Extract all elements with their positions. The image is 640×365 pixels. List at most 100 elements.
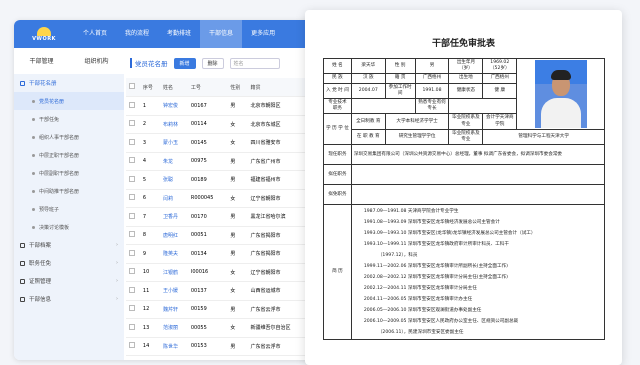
table-row[interactable]: 2 布莉林 00114 女北京市东城区 <box>126 115 314 134</box>
member-name-link[interactable]: 布莉林 <box>160 115 188 134</box>
table-row[interactable]: 5 张聪 00189 男福建省福州市 <box>126 170 314 190</box>
member-name-link[interactable]: 魏芹轩 <box>160 300 188 319</box>
sidebar-item-label: 组织人事干部名册 <box>39 134 80 141</box>
row-checkbox[interactable] <box>126 337 140 356</box>
row-checkbox[interactable] <box>126 189 140 208</box>
table-row[interactable]: 9 隆英夫 00134 男广东省揭阳市 <box>126 244 314 264</box>
row-checkbox[interactable] <box>126 244 140 264</box>
member-name-link[interactable]: 范淑丽 <box>160 318 188 338</box>
sidebar-item-label: 干部任免 <box>39 116 60 123</box>
bullet-icon <box>32 207 35 211</box>
sidebar-item[interactable]: 干部任免 <box>14 110 124 128</box>
row-checkbox[interactable] <box>126 318 140 338</box>
table-row[interactable]: 11 王小媛 00137 女山西省运城市 <box>126 281 314 301</box>
row-checkbox[interactable] <box>126 300 140 319</box>
table-row[interactable]: 13 范淑丽 00055 女新疆维吾尔自治区 <box>126 318 314 338</box>
nav-item[interactable]: 更多应用 <box>242 20 284 48</box>
birth-value: 1969.02（52岁） <box>482 57 518 75</box>
fulltime-school-label: 毕业院校系及专业 <box>448 113 484 130</box>
row-checkbox[interactable] <box>126 207 140 227</box>
search-input[interactable]: 姓名 <box>229 57 280 69</box>
nav-item[interactable]: 我的流程 <box>116 20 158 48</box>
table-row[interactable]: 14 陈世华 00153 男广东省云浮市 <box>126 337 314 356</box>
nav-item[interactable]: 考勤排班 <box>158 20 200 48</box>
member-name-link[interactable]: 蒙小玉 <box>160 133 188 153</box>
skill-value <box>448 97 518 115</box>
resume-line: （2006.11），民建深圳市宝安区委副主任 <box>377 330 464 336</box>
sidebar-item[interactable]: 职务任免 › <box>14 254 124 272</box>
delete-button[interactable]: 删除 <box>201 57 224 69</box>
table-cell: 12 <box>139 300 161 319</box>
table-row[interactable]: 10 江银鹤 I00016 女辽宁省朝阳市 <box>126 263 314 282</box>
row-checkbox[interactable] <box>126 226 140 245</box>
row-checkbox[interactable] <box>126 133 140 153</box>
sidebar-item[interactable]: 中间助推干部名册 <box>14 182 124 200</box>
logo-text: VWORK <box>32 35 56 42</box>
row-checkbox[interactable] <box>126 281 140 301</box>
sidebar-item[interactable]: 中层正职干部名册 <box>14 146 124 164</box>
column-header: 性别 <box>227 78 248 97</box>
sidebar-item[interactable]: 中层副职干部名册 <box>14 164 124 182</box>
member-name-link[interactable]: 江银鹤 <box>160 263 188 282</box>
table-cell: 00167 <box>187 96 228 116</box>
table-cell: 00159 <box>187 300 228 319</box>
sidebar-item-label: 中层正职干部名册 <box>39 152 80 159</box>
sidebar-item[interactable]: 干部信息 › <box>14 290 124 308</box>
sidebar-item[interactable]: 党员花名册 <box>14 92 124 110</box>
row-checkbox[interactable] <box>126 170 140 190</box>
bullet-icon <box>32 171 35 175</box>
sidebar-item[interactable]: 决策讨论模板 <box>14 218 124 236</box>
sex-value: 男 <box>414 57 450 75</box>
row-checkbox[interactable] <box>126 96 140 116</box>
column-header: 工号 <box>187 78 228 97</box>
table-row[interactable]: 6 闫莉 R000045 女辽宁省朝阳市 <box>126 189 314 208</box>
sidebar-item[interactable]: 预导班子 <box>14 200 124 218</box>
tech-title-value <box>350 97 416 115</box>
member-name-link[interactable]: 卫香丹 <box>160 207 188 227</box>
member-name-link[interactable]: 王小媛 <box>160 281 188 301</box>
column-header: 姓名 <box>160 78 188 97</box>
photo-cell <box>516 58 605 130</box>
sun-logo-icon <box>37 26 51 36</box>
select-all-checkbox[interactable] <box>126 78 140 97</box>
member-name-link[interactable]: 闫莉 <box>160 189 188 208</box>
table-row[interactable]: 7 卫香丹 00170 男黑龙江省哈尔滨 <box>126 207 314 227</box>
member-name-link[interactable]: 钟宏俊 <box>160 96 188 116</box>
inservice-school: 管理科学与工程天津大学 <box>482 128 605 146</box>
member-name-link[interactable]: 朱龙 <box>160 152 188 171</box>
table-cell: 9 <box>139 244 161 264</box>
party-label: 入 党 时 间 <box>323 82 352 99</box>
row-checkbox[interactable] <box>126 263 140 282</box>
table-row[interactable]: 3 蒙小玉 00145 女四川省雅安市 <box>126 133 314 153</box>
tech-title-label: 专业技术职务 <box>323 97 352 115</box>
sidebar-item-label: 干部信息 <box>29 297 52 303</box>
row-checkbox[interactable] <box>126 115 140 134</box>
member-name-link[interactable]: 唐明红 <box>160 226 188 245</box>
resume-line: 1991.08—1993.09 深圳市宝安区龙华镇经济发展总公司主管会计 <box>363 220 500 226</box>
table-cell: 14 <box>139 337 161 356</box>
health-value: 健 康 <box>482 82 518 99</box>
sidebar-item-label: 中间助推干部名册 <box>39 188 80 195</box>
sidebar-item[interactable]: 证照管理 › <box>14 272 124 290</box>
member-name-link[interactable]: 隆英夫 <box>160 244 188 264</box>
sub-tab[interactable]: 干部管理 <box>14 54 69 70</box>
table-row[interactable]: 4 朱龙 00975 男广东省广州市 <box>126 152 314 171</box>
folder-icon <box>20 260 25 266</box>
sidebar-item[interactable]: 组织人事干部名册 <box>14 128 124 146</box>
table-row[interactable]: 8 唐明红 00051 男广东省揭阳市 <box>126 226 314 245</box>
sidebar-item[interactable]: 干部档案 › <box>14 236 124 254</box>
new-button[interactable]: 新增 <box>173 57 196 69</box>
member-name-link[interactable]: 张聪 <box>160 170 188 190</box>
row-checkbox[interactable] <box>126 152 140 171</box>
table-cell: 女 <box>227 189 248 208</box>
member-name-link[interactable]: 陈世华 <box>160 337 188 356</box>
table-row[interactable]: 1 钟宏俊 00167 男北京市朝阳区 <box>126 96 314 116</box>
sub-tab[interactable]: 组织机构 <box>69 54 124 70</box>
sidebar-item[interactable]: 干部花名册 <box>14 74 124 92</box>
table-cell: 00134 <box>187 244 228 264</box>
skill-label: 熟悉专业有何专长 <box>414 97 450 115</box>
table-row[interactable]: 12 魏芹轩 00159 男广东省云浮市 <box>126 300 314 319</box>
vwork-logo[interactable]: VWORK <box>14 20 74 48</box>
nav-item[interactable]: 干部信息 <box>200 20 243 48</box>
nav-item[interactable]: 个人首页 <box>74 20 116 48</box>
